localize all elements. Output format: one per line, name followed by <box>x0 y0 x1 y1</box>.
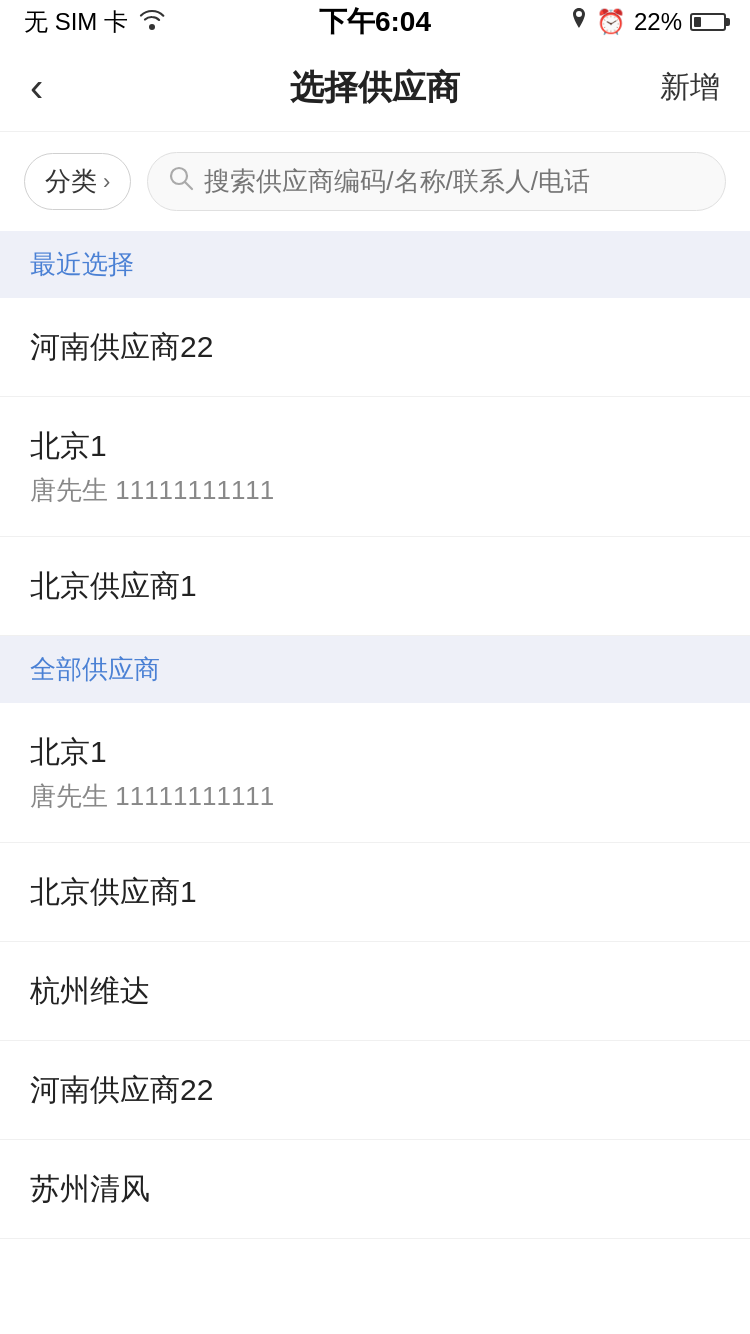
all-section-label: 全部供应商 <box>30 654 160 684</box>
item-name: 苏州清风 <box>30 1168 720 1210</box>
all-section-header: 全部供应商 <box>0 636 750 703</box>
wifi-icon <box>138 8 166 36</box>
add-button[interactable]: 新增 <box>660 67 720 108</box>
list-item[interactable]: 北京1 唐先生 11111111111 <box>0 703 750 843</box>
search-box[interactable] <box>147 152 726 211</box>
svg-line-1 <box>185 182 192 189</box>
carrier-label: 无 SIM 卡 <box>24 6 128 38</box>
back-button[interactable]: ‹ <box>30 65 90 110</box>
list-item[interactable]: 北京供应商1 <box>0 537 750 636</box>
search-area: 分类 › <box>0 132 750 231</box>
search-icon <box>168 165 194 198</box>
nav-bar: ‹ 选择供应商 新增 <box>0 44 750 132</box>
battery-icon <box>690 13 726 31</box>
category-label: 分类 <box>45 164 97 199</box>
page-title: 选择供应商 <box>290 65 460 111</box>
item-name: 河南供应商22 <box>30 1069 720 1111</box>
item-sub: 唐先生 11111111111 <box>30 473 720 508</box>
item-name: 北京供应商1 <box>30 565 720 607</box>
all-items-list: 北京1 唐先生 11111111111 北京供应商1 杭州维达河南供应商22 苏州清风 <box>0 703 750 1239</box>
list-item[interactable]: 北京1 唐先生 11111111111 <box>0 397 750 537</box>
status-bar-left: 无 SIM 卡 <box>24 6 166 38</box>
chevron-icon: › <box>103 169 110 195</box>
location-icon <box>570 8 588 36</box>
category-button[interactable]: 分类 › <box>24 153 131 210</box>
status-bar-time: 下午6:04 <box>319 3 431 41</box>
list-item[interactable]: 杭州维达 <box>0 942 750 1041</box>
list-item[interactable]: 北京供应商1 <box>0 843 750 942</box>
item-name: 北京1 <box>30 731 720 773</box>
item-name: 河南供应商22 <box>30 326 720 368</box>
item-name: 北京1 <box>30 425 720 467</box>
item-name: 北京供应商1 <box>30 871 720 913</box>
recent-section-header: 最近选择 <box>0 231 750 298</box>
search-input[interactable] <box>204 166 705 197</box>
status-bar: 无 SIM 卡 下午6:04 ⏰ 22% <box>0 0 750 44</box>
alarm-icon: ⏰ <box>596 8 626 36</box>
list-item[interactable]: 河南供应商22 <box>0 1041 750 1140</box>
list-item[interactable]: 苏州清风 <box>0 1140 750 1239</box>
recent-section-label: 最近选择 <box>30 249 134 279</box>
item-name: 杭州维达 <box>30 970 720 1012</box>
battery-percentage: 22% <box>634 8 682 36</box>
item-sub: 唐先生 11111111111 <box>30 779 720 814</box>
list-item[interactable]: 河南供应商22 <box>0 298 750 397</box>
recent-items-list: 河南供应商22 北京1 唐先生 11111111111 北京供应商1 <box>0 298 750 636</box>
status-bar-right: ⏰ 22% <box>570 8 726 36</box>
